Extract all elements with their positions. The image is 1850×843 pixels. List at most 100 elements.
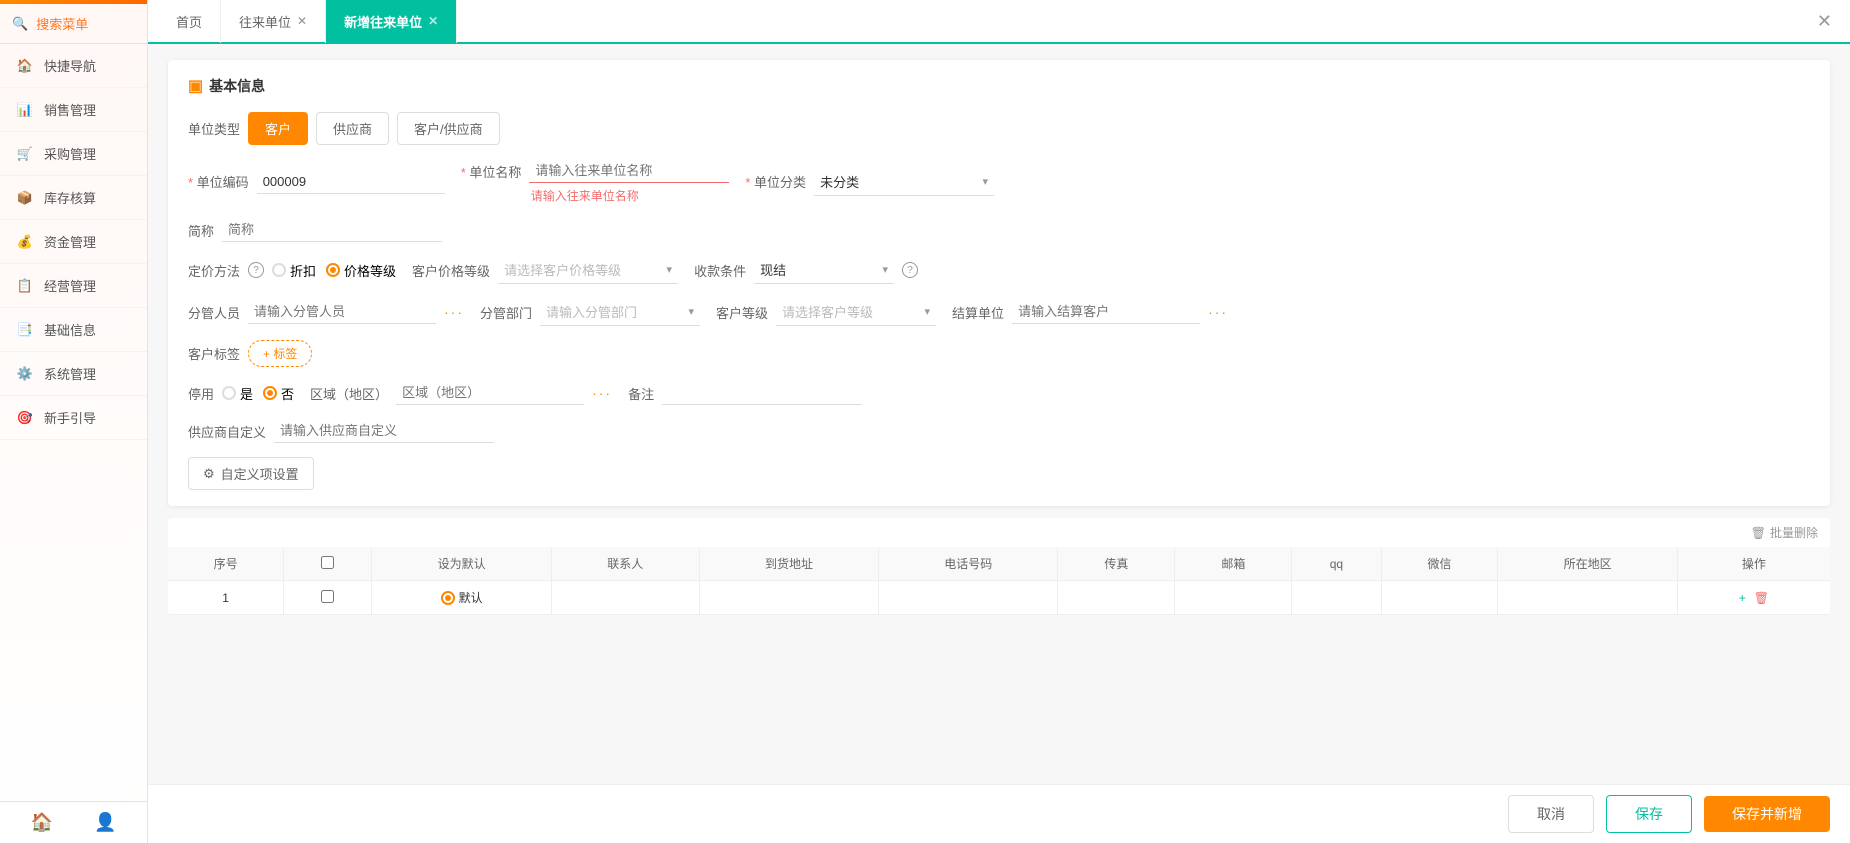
del-contact-btn[interactable]: 🗑 bbox=[1754, 591, 1769, 605]
region-input[interactable] bbox=[396, 381, 584, 405]
batch-delete-button[interactable]: 🗑 批量删除 bbox=[1751, 524, 1818, 541]
contact-table-section: 🗑 批量删除 序号设为默认联系人到货地址电话号码传真邮箱qq微信所在地区操作 1… bbox=[168, 518, 1830, 615]
table-cell-0-0: 1 bbox=[168, 581, 284, 615]
short-name-group: 简称 bbox=[188, 218, 442, 242]
short-name-input[interactable] bbox=[222, 218, 442, 242]
batch-delete-label: 批量删除 bbox=[1770, 524, 1818, 541]
table-cell-0-1 bbox=[284, 581, 372, 615]
supplier-custom-group: 供应商自定义 bbox=[188, 419, 494, 443]
disabled-no-label: 否 bbox=[281, 384, 294, 403]
table-cell-0-3 bbox=[551, 581, 699, 615]
sidebar-search-label: 搜索菜单 bbox=[36, 14, 88, 33]
sidebar-item-system[interactable]: ⚙️系统管理 bbox=[0, 352, 147, 396]
disabled-yes-option[interactable]: 是 bbox=[222, 384, 253, 403]
custom-settings-label: 自定义项设置 bbox=[221, 464, 299, 483]
tab-close-contacts[interactable]: ✕ bbox=[297, 14, 307, 28]
tag-row: 客户标签 + 标签 bbox=[188, 340, 1810, 367]
tab-contacts[interactable]: 往来单位 ✕ bbox=[221, 0, 326, 43]
tab-home[interactable]: 首页 bbox=[158, 0, 221, 43]
sidebar-icon-inventory: 📦 bbox=[16, 189, 34, 207]
region-more-btn[interactable]: ··· bbox=[592, 385, 612, 401]
settlement-input[interactable] bbox=[1012, 300, 1200, 324]
cancel-button[interactable]: 取消 bbox=[1508, 795, 1594, 833]
payment-label: 收款条件 bbox=[694, 261, 746, 280]
add-tag-button[interactable]: + 标签 bbox=[248, 340, 312, 367]
type-customer-button[interactable]: 客户 bbox=[248, 112, 308, 145]
main-area: 首页往来单位✕新增往来单位✕ ✕ ▣ 基本信息 单位类型 客户 供应商 客户/供… bbox=[148, 0, 1850, 843]
tab-new-contact[interactable]: 新增往来单位✕ bbox=[326, 0, 457, 43]
supplier-custom-label: 供应商自定义 bbox=[188, 422, 266, 441]
pricing-discount-radio[interactable] bbox=[272, 263, 286, 277]
payment-select[interactable]: 现结 ▾ bbox=[754, 256, 894, 284]
close-all-button[interactable]: ✕ bbox=[1809, 7, 1840, 36]
payment-help-icon[interactable]: ? bbox=[902, 262, 918, 278]
disabled-row: 停用 是 否 区域（地区） ··· bbox=[188, 381, 1810, 405]
tab-label-contacts: 往来单位 bbox=[239, 12, 291, 31]
add-contact-btn[interactable]: + bbox=[1739, 591, 1746, 605]
basic-info-card: ▣ 基本信息 单位类型 客户 供应商 客户/供应商 单位编码 bbox=[168, 60, 1830, 506]
row-checkbox[interactable] bbox=[321, 590, 334, 603]
select-all-checkbox[interactable] bbox=[321, 556, 334, 569]
sidebar-item-guide[interactable]: 🎯新手引导 bbox=[0, 396, 147, 440]
sidebar-item-sales[interactable]: 📊销售管理 bbox=[0, 88, 147, 132]
settings-icon: ⚙ bbox=[203, 466, 215, 482]
sidebar-home-icon[interactable]: 🏠 bbox=[31, 812, 53, 833]
sidebar-item-operations[interactable]: 📋经营管理 bbox=[0, 264, 147, 308]
settlement-more-btn[interactable]: ··· bbox=[1208, 304, 1228, 320]
disabled-no-option[interactable]: 否 bbox=[263, 384, 294, 403]
manager-more-btn[interactable]: ··· bbox=[444, 304, 464, 320]
disabled-yes-radio[interactable] bbox=[222, 386, 236, 400]
customer-level-select[interactable]: 请选择客户等级 ▾ bbox=[776, 298, 936, 326]
sidebar-item-inventory[interactable]: 📦 库存核算 bbox=[0, 176, 147, 220]
name-error-msg: 请输入往来单位名称 bbox=[531, 187, 639, 204]
table-cell-0-7 bbox=[1175, 581, 1292, 615]
table-header-11: 操作 bbox=[1677, 547, 1830, 581]
custom-settings-button[interactable]: ⚙ 自定义项设置 bbox=[188, 457, 314, 490]
save-new-button[interactable]: 保存并新增 bbox=[1704, 796, 1830, 832]
card-title: ▣ 基本信息 bbox=[188, 76, 1810, 96]
tab-close-new-contact[interactable]: ✕ bbox=[428, 14, 438, 28]
table-header-2: 设为默认 bbox=[372, 547, 551, 581]
customer-price-select[interactable]: 请选择客户价格等级 ▾ bbox=[498, 256, 678, 284]
table-header: 序号设为默认联系人到货地址电话号码传真邮箱qq微信所在地区操作 bbox=[168, 547, 1830, 581]
table-cell-0-10 bbox=[1498, 581, 1677, 615]
table-header-5: 电话号码 bbox=[879, 547, 1058, 581]
pricing-level-option[interactable]: 价格等级 bbox=[326, 261, 396, 280]
type-supplier-button[interactable]: 供应商 bbox=[316, 112, 389, 145]
custom-settings-row: ⚙ 自定义项设置 bbox=[188, 457, 1810, 490]
sidebar-item-basic-info[interactable]: 📑基础信息 bbox=[0, 308, 147, 352]
sidebar-user-icon[interactable]: 👤 bbox=[94, 812, 116, 833]
sidebar-label-inventory: 库存核算 bbox=[44, 188, 96, 207]
sidebar-search[interactable]: 🔍 搜索菜单 bbox=[0, 4, 147, 44]
manager-group: 分管人员 ··· bbox=[188, 300, 464, 324]
disabled-no-radio[interactable] bbox=[263, 386, 277, 400]
sidebar-item-quick-nav[interactable]: 🏠快捷导航 bbox=[0, 44, 147, 88]
pricing-level-radio[interactable] bbox=[326, 263, 340, 277]
manager-input[interactable] bbox=[248, 300, 436, 324]
category-select[interactable]: 未分类 ▾ bbox=[814, 168, 994, 196]
pricing-help-icon[interactable]: ? bbox=[248, 262, 264, 278]
save-button[interactable]: 保存 bbox=[1606, 795, 1692, 833]
dept-select[interactable]: 请输入分管部门 ▾ bbox=[540, 298, 700, 326]
code-input[interactable] bbox=[257, 170, 445, 194]
sidebar-item-purchase[interactable]: 🛒采购管理 bbox=[0, 132, 147, 176]
table-cell-0-9 bbox=[1381, 581, 1498, 615]
sidebar-icon-quick-nav: 🏠 bbox=[16, 57, 34, 75]
sidebar-item-finance[interactable]: 💰资金管理 bbox=[0, 220, 147, 264]
payment-group: 收款条件 现结 ▾ ? bbox=[694, 256, 918, 284]
name-input[interactable] bbox=[529, 159, 729, 183]
customer-level-placeholder: 请选择客户等级 bbox=[782, 302, 873, 321]
pricing-group: 定价方法 ? 折扣 价格等级 bbox=[188, 261, 396, 280]
pricing-discount-option[interactable]: 折扣 bbox=[272, 261, 316, 280]
payment-chevron: ▾ bbox=[883, 263, 889, 276]
table-header-0: 序号 bbox=[168, 547, 284, 581]
type-both-button[interactable]: 客户/供应商 bbox=[397, 112, 500, 145]
dept-label: 分管部门 bbox=[480, 303, 532, 322]
supplier-custom-input[interactable] bbox=[274, 419, 494, 443]
remark-input[interactable] bbox=[662, 381, 862, 405]
sidebar-icon-basic-info: 📑 bbox=[16, 321, 34, 339]
customer-level-label: 客户等级 bbox=[716, 303, 768, 322]
pricing-label: 定价方法 bbox=[188, 261, 240, 280]
code-group: 单位编码 bbox=[188, 170, 445, 194]
table-header-3: 联系人 bbox=[551, 547, 699, 581]
